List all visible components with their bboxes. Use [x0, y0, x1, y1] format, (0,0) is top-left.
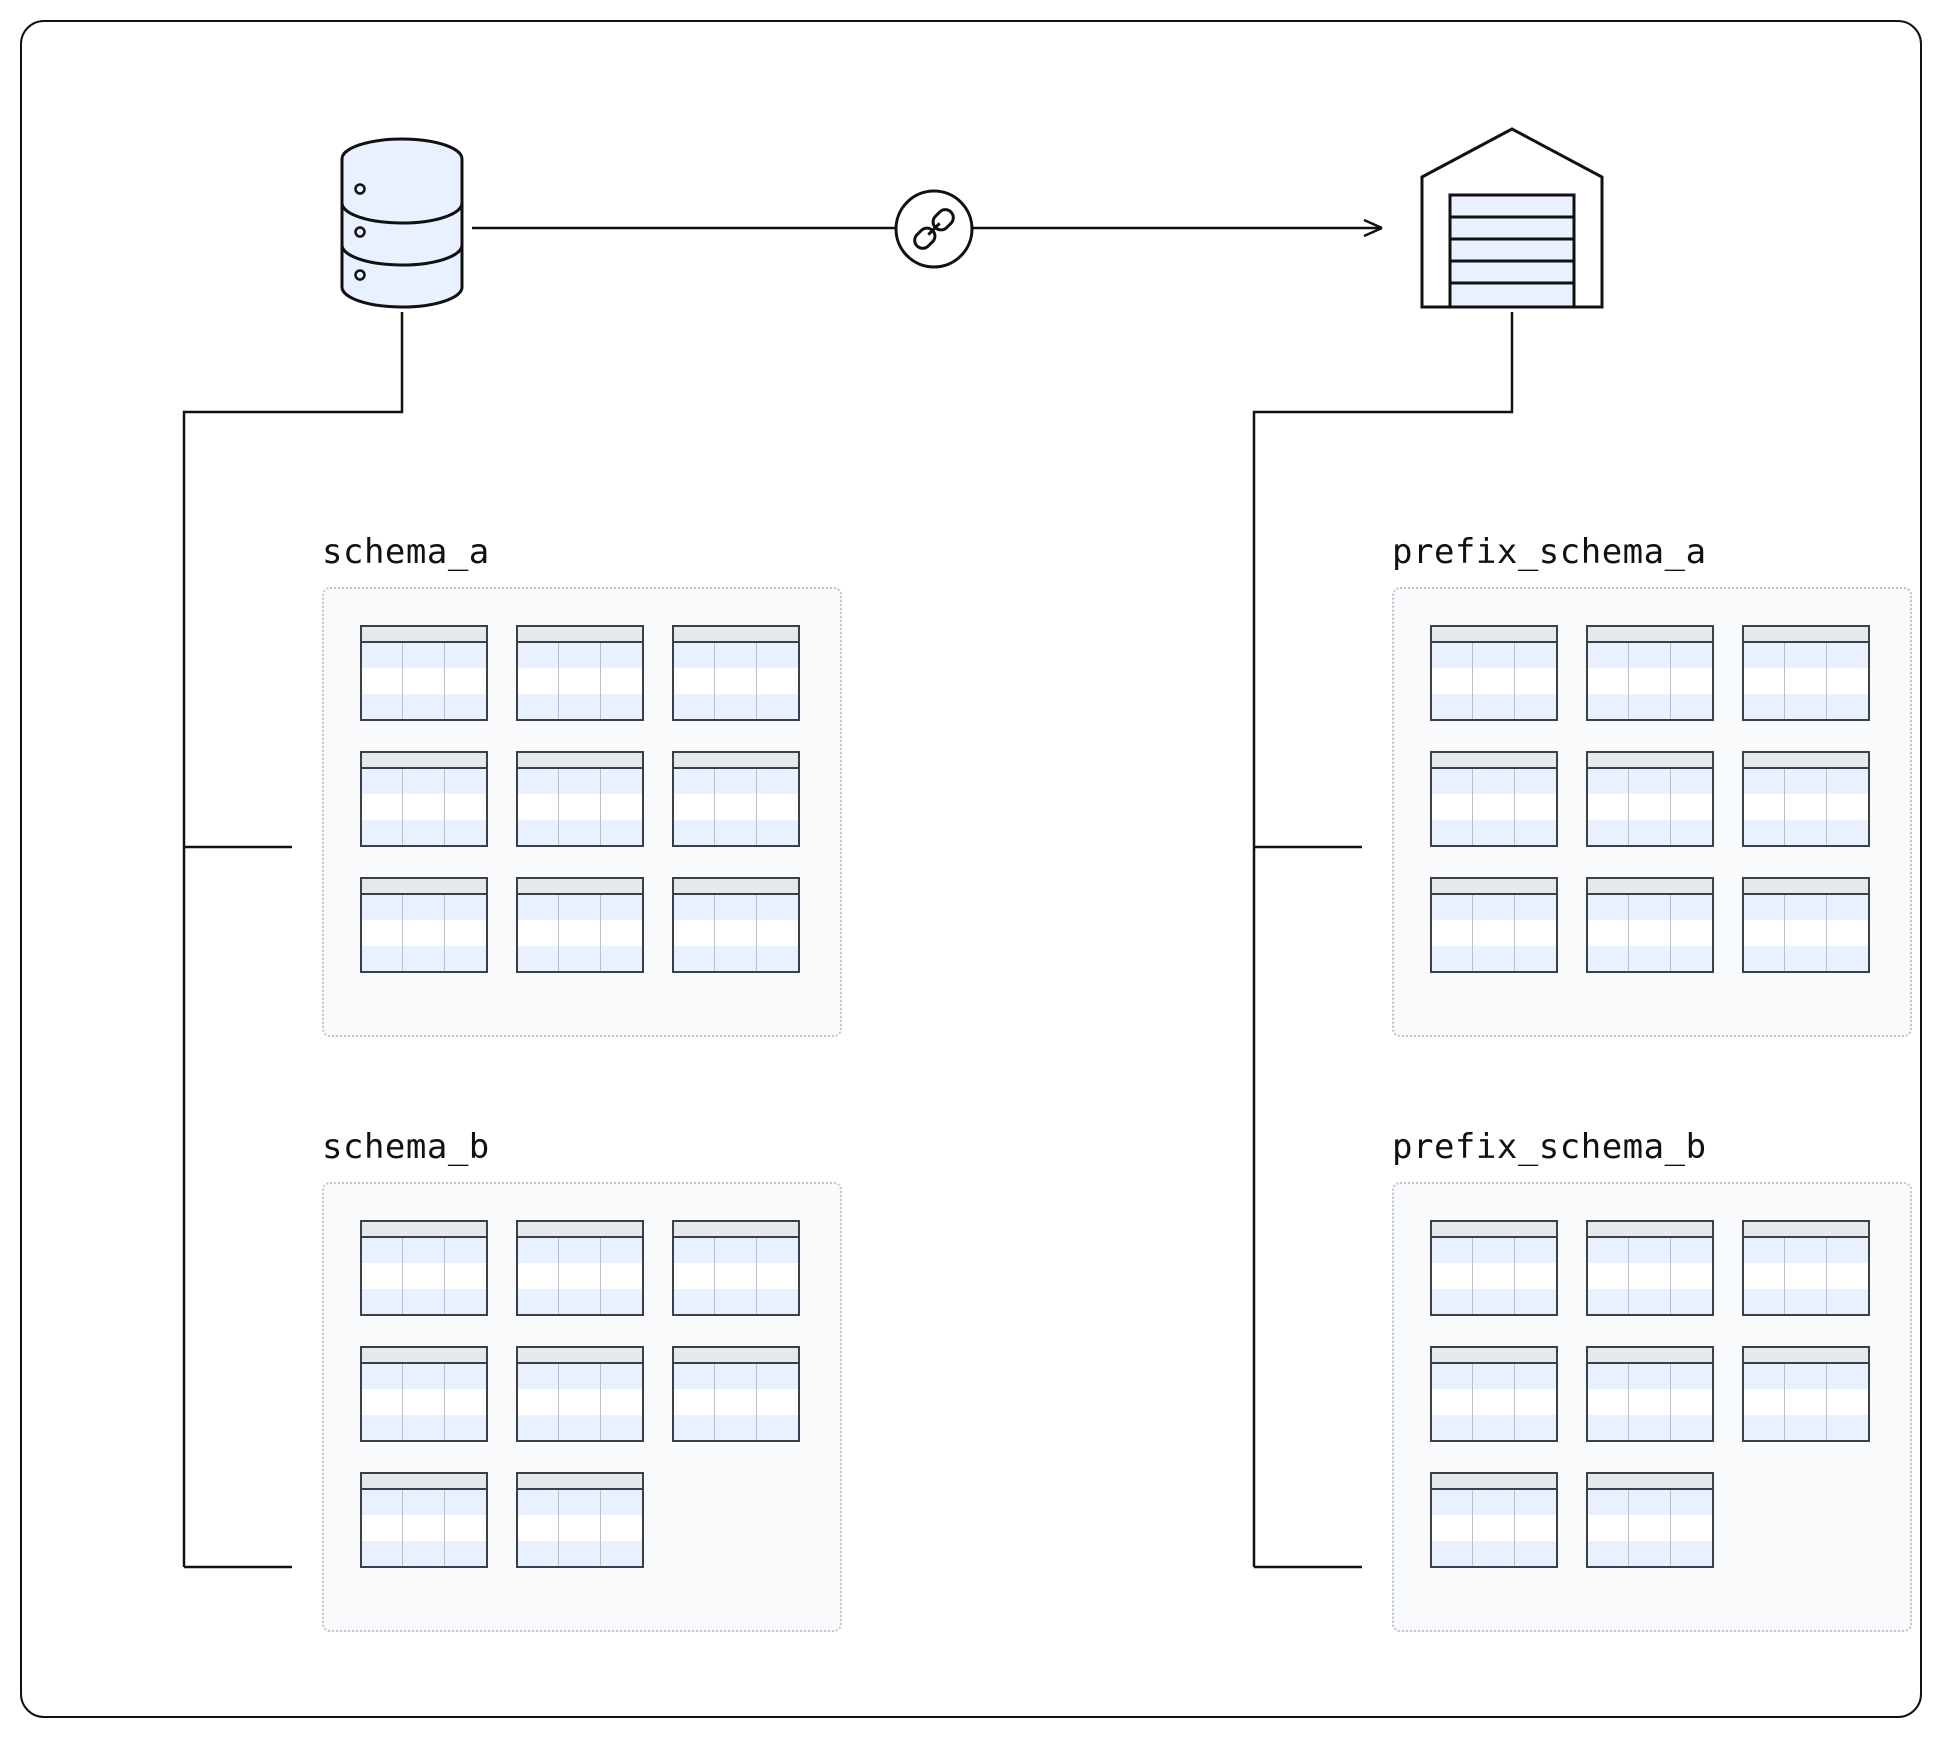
table-icon: [516, 625, 644, 721]
table-icon: [360, 751, 488, 847]
table-icon: [1742, 751, 1870, 847]
table-icon: [1430, 877, 1558, 973]
source-schema-a-box: [322, 587, 842, 1037]
warehouse-icon: [1402, 117, 1622, 321]
table-icon: [672, 1346, 800, 1442]
table-icon: [1742, 625, 1870, 721]
dest-schema-b-box: [1392, 1182, 1912, 1632]
table-icon: [516, 1472, 644, 1568]
table-icon: [672, 877, 800, 973]
source-schema-a-label: schema_a: [322, 532, 490, 572]
table-icon: [1586, 1220, 1714, 1316]
table-icon: [360, 1220, 488, 1316]
table-icon: [1586, 877, 1714, 973]
table-icon: [1742, 877, 1870, 973]
table-icon: [516, 1346, 644, 1442]
diagram-frame: schema_a schema_b prefix_schema_a prefix…: [20, 20, 1922, 1718]
source-schema-b-label: schema_b: [322, 1127, 490, 1167]
dest-schema-b-label: prefix_schema_b: [1392, 1127, 1707, 1167]
source-schema-b-box: [322, 1182, 842, 1632]
table-icon: [672, 1220, 800, 1316]
database-icon: [332, 137, 472, 321]
table-icon: [516, 1220, 644, 1316]
table-icon: [1430, 751, 1558, 847]
table-icon: [1430, 1220, 1558, 1316]
table-icon: [1586, 625, 1714, 721]
table-icon: [360, 1472, 488, 1568]
table-icon: [360, 1346, 488, 1442]
table-icon: [1586, 751, 1714, 847]
table-icon: [1742, 1346, 1870, 1442]
table-icon: [516, 877, 644, 973]
dest-schema-a-label: prefix_schema_a: [1392, 532, 1707, 572]
table-icon: [672, 751, 800, 847]
table-icon: [672, 625, 800, 721]
table-icon: [516, 751, 644, 847]
table-icon: [1586, 1346, 1714, 1442]
dest-schema-a-box: [1392, 587, 1912, 1037]
table-icon: [1586, 1472, 1714, 1568]
table-icon: [1430, 1346, 1558, 1442]
table-icon: [360, 625, 488, 721]
table-icon: [1742, 1220, 1870, 1316]
table-icon: [1430, 625, 1558, 721]
table-icon: [1430, 1472, 1558, 1568]
table-icon: [360, 877, 488, 973]
link-icon: [892, 187, 976, 275]
